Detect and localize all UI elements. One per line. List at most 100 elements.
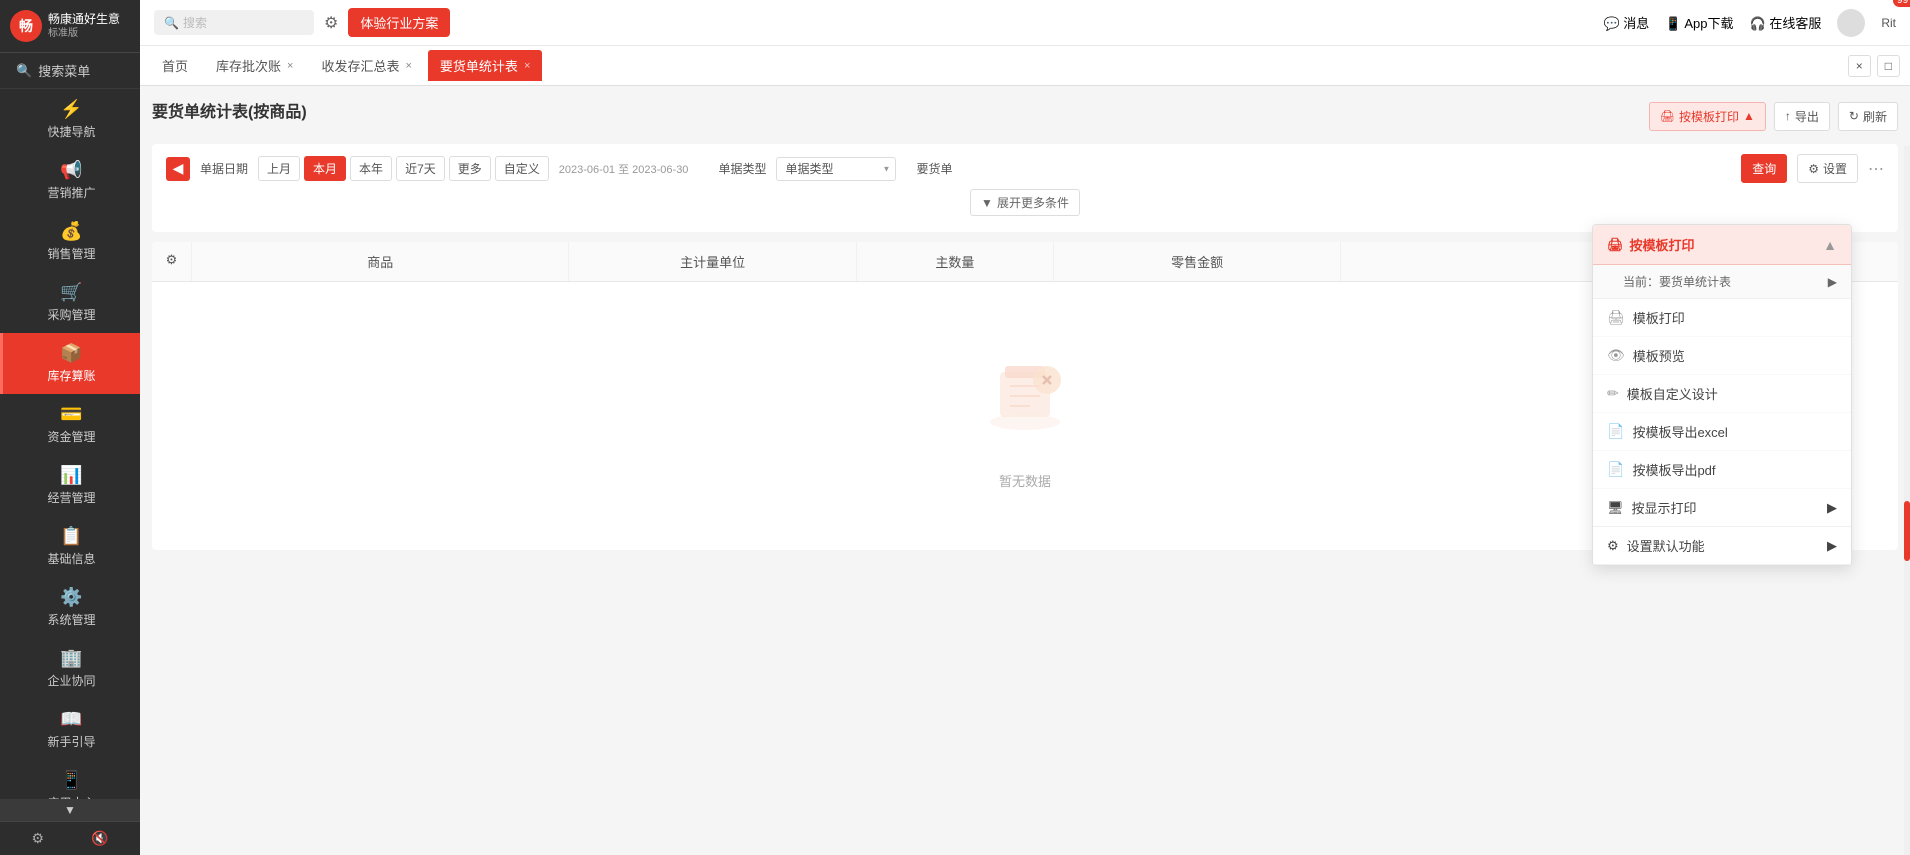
filter-toggle-btn[interactable]: ◀ [166, 157, 190, 181]
sidebar-item-sales[interactable]: 💰 销售管理 [0, 211, 140, 272]
message-icon: 💬 [1603, 16, 1619, 31]
settings-icon-btn: ⚙ [1808, 162, 1819, 176]
tab-order-stats[interactable]: 要货单统计表 × [428, 50, 542, 81]
sidebar-item-app[interactable]: 📱 应用中心 [0, 760, 140, 799]
more-options-icon[interactable]: ⋯ [1868, 159, 1884, 179]
date-label: 单据日期 [200, 160, 248, 177]
date-btn-7days[interactable]: 近7天 [396, 156, 445, 181]
scrollbar-thumb[interactable] [1904, 501, 1910, 561]
print-template-label: 按模板打印 [1679, 108, 1739, 125]
system-icon: ⚙️ [60, 587, 82, 608]
finance-icon: 💳 [60, 404, 82, 425]
sidebar-item-guide[interactable]: 📖 新手引导 [0, 699, 140, 760]
print-template-button[interactable]: 🖨 按模板打印 ▲ [1649, 102, 1766, 131]
doc-type-select[interactable]: 单据类型 [776, 157, 896, 181]
dropdown-title: 按模板打印 [1630, 235, 1695, 254]
purchase-icon: 🛒 [60, 282, 82, 303]
export-label: 导出 [1795, 108, 1819, 125]
app-name: 畅康通好生意 [48, 11, 120, 28]
tab-inventory-batch-close[interactable]: × [287, 60, 293, 72]
date-btn-this-month[interactable]: 本月 [304, 156, 346, 181]
filter-row-1: ◀ 单据日期 上月 本月 本年 近7天 更多 自定义 2023-06-01 至 … [166, 154, 1884, 183]
dropdown-item-export-pdf[interactable]: 📄 按模板导出pdf [1593, 451, 1851, 489]
display-print-arrow: ▶ [1827, 500, 1837, 516]
header-search-bar[interactable]: 🔍 搜索 [154, 10, 314, 35]
expand-window-button[interactable]: □ [1877, 55, 1900, 77]
refresh-button[interactable]: ↻ 刷新 [1838, 102, 1898, 131]
enterprise-label: 企业协同 [47, 672, 95, 689]
sidebar-item-basic[interactable]: 📋 基础信息 [0, 516, 140, 577]
trial-button[interactable]: 体验行业方案 [348, 8, 450, 37]
refresh-label: 刷新 [1863, 108, 1887, 125]
tab-inventory-batch[interactable]: 库存批次账 × [204, 50, 305, 81]
dropdown-item-template-print[interactable]: 🖨 模板打印 [1593, 299, 1851, 337]
query-button[interactable]: 查询 [1741, 154, 1787, 183]
enterprise-icon: 🏢 [60, 648, 82, 669]
tab-collect-summary-label: 收发存汇总表 [321, 56, 399, 75]
settings-icon[interactable]: ⚙ [32, 830, 45, 847]
main-container: 🔍 搜索 ⚙ 体验行业方案 💬 消息 99+ 📱 App下载 🎧 在线客服 Ri… [140, 0, 1910, 855]
sidebar-item-system[interactable]: ⚙️ 系统管理 [0, 577, 140, 638]
expand-more-button[interactable]: ▼ 展开更多条件 [970, 189, 1080, 216]
print-template-dropdown: 🖨 按模板打印 ▲ 当前：要货单统计表 ▶ 🖨 模板打印 👁 模板预览 [1592, 224, 1852, 566]
scrollbar-track [1904, 146, 1910, 855]
dropdown-current-item[interactable]: 当前：要货单统计表 ▶ [1593, 265, 1851, 299]
date-btn-more[interactable]: 更多 [449, 156, 491, 181]
app-download-button[interactable]: 📱 App下载 [1665, 13, 1733, 32]
sidebar-item-finance[interactable]: 💳 资金管理 [0, 394, 140, 455]
sidebar-item-quick-nav[interactable]: ⚡ 快捷导航 [0, 89, 140, 150]
sidebar-item-inventory[interactable]: 📦 库存算账 [0, 333, 140, 394]
top-header: 🔍 搜索 ⚙ 体验行业方案 💬 消息 99+ 📱 App下载 🎧 在线客服 Ri… [140, 0, 1910, 46]
system-label: 系统管理 [47, 611, 95, 628]
dropdown-header: 🖨 按模板打印 ▲ [1593, 225, 1851, 265]
dropdown-sub-set-default[interactable]: ⚙ 设置默认功能 ▶ [1593, 527, 1851, 565]
date-btn-last-month[interactable]: 上月 [258, 156, 300, 181]
mute-icon[interactable]: 🔇 [91, 830, 108, 847]
chevron-up-icon: ▲ [1743, 109, 1755, 123]
export-pdf-icon: 📄 [1607, 461, 1624, 478]
date-btn-this-year[interactable]: 本年 [350, 156, 392, 181]
inventory-label: 库存算账 [47, 367, 95, 384]
sidebar-item-marketing[interactable]: 📢 营销推广 [0, 150, 140, 211]
template-preview-label: 模板预览 [1633, 346, 1685, 365]
template-preview-icon: 👁 [1607, 347, 1625, 364]
goods-filter-label: 要货单 [916, 160, 952, 177]
tab-home[interactable]: 首页 [150, 50, 200, 81]
date-btn-custom[interactable]: 自定义 [495, 156, 549, 181]
download-icon: 📱 [1665, 16, 1681, 31]
page-title: 要货单统计表(按商品) [152, 98, 307, 122]
online-service-button[interactable]: 🎧 在线客服 [1750, 13, 1822, 32]
logo-icon: 畅 [10, 10, 42, 42]
current-template-arrow: ▶ [1828, 275, 1837, 289]
dropdown-chevron-up[interactable]: ▲ [1823, 237, 1837, 253]
export-icon: ↑ [1785, 109, 1791, 123]
sidebar-item-purchase[interactable]: 🛒 采购管理 [0, 272, 140, 333]
template-print-icon: 🖨 [1607, 309, 1625, 326]
dropdown-item-template-preview[interactable]: 👁 模板预览 [1593, 337, 1851, 375]
messages-button[interactable]: 💬 消息 99+ [1603, 13, 1649, 32]
sidebar: 畅 畅康通好生意 标准版 🔍 搜索菜单 ⚡ 快捷导航 📢 营销推广 💰 销售管理… [0, 0, 140, 855]
export-button[interactable]: ↑ 导出 [1774, 102, 1830, 131]
display-print-label: 按显示打印 [1632, 498, 1697, 517]
action-bar: 🖨 按模板打印 ▲ ↑ 导出 ↻ 刷新 [1649, 102, 1898, 131]
th-settings[interactable]: ⚙ [152, 242, 192, 281]
sidebar-item-operation[interactable]: 📊 经营管理 [0, 455, 140, 516]
sidebar-nav: ⚡ 快捷导航 📢 营销推广 💰 销售管理 🛒 采购管理 📦 库存算账 💳 资金管… [0, 89, 140, 799]
expand-row: ▼ 展开更多条件 [166, 183, 1884, 222]
tab-collect-summary[interactable]: 收发存汇总表 × [309, 50, 423, 81]
th-qty: 主数量 [857, 242, 1054, 281]
close-all-tabs-button[interactable]: × [1848, 55, 1871, 77]
settings-gear-icon[interactable]: ⚙ [324, 13, 338, 33]
dropdown-item-export-excel[interactable]: 📄 按模板导出excel [1593, 413, 1851, 451]
sidebar-scroll-down[interactable]: ▼ [0, 799, 140, 821]
basic-icon: 📋 [60, 526, 82, 547]
sidebar-search-menu[interactable]: 🔍 搜索菜单 [0, 53, 140, 89]
dropdown-sub-display-print[interactable]: 🖥 按显示打印 ▶ [1593, 489, 1851, 527]
user-avatar[interactable] [1837, 9, 1865, 37]
current-template-label: 当前：要货单统计表 [1623, 273, 1731, 290]
tab-collect-summary-close[interactable]: × [405, 60, 411, 72]
settings-button[interactable]: ⚙ 设置 [1797, 154, 1858, 183]
sidebar-item-enterprise[interactable]: 🏢 企业协同 [0, 638, 140, 699]
dropdown-item-template-custom[interactable]: ✏ 模板自定义设计 [1593, 375, 1851, 413]
tab-order-stats-close[interactable]: × [524, 60, 530, 72]
